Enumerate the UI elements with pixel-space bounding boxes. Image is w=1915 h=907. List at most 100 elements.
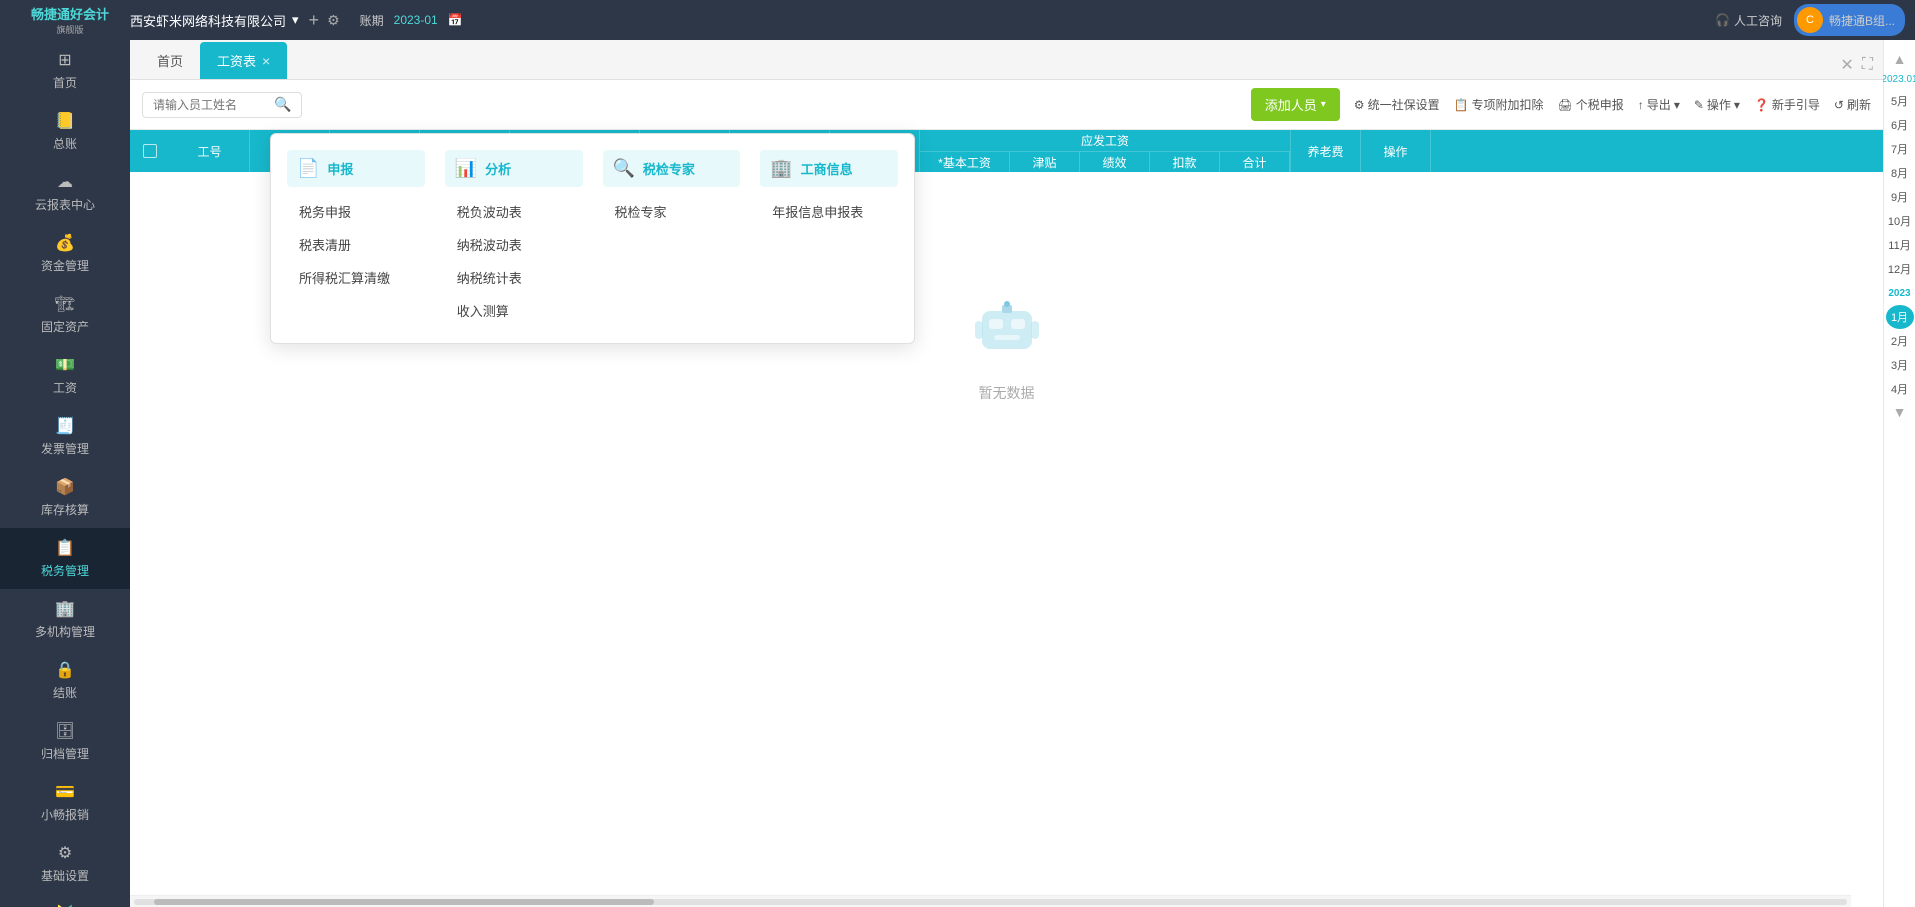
panel-up-icon[interactable]: ▲ — [1890, 48, 1910, 70]
app-subtitle: 旗舰版 — [56, 23, 83, 36]
month-2[interactable]: 2月 — [1886, 329, 1914, 353]
sidebar-item-home[interactable]: ⊞ 首页 — [0, 40, 130, 101]
add-person-label: 添加人员 — [1265, 95, 1317, 114]
sidebar-label-expense: 小畅报销 — [41, 806, 89, 823]
dropdown-section-business: 🏢 工商信息 年报信息申报表 — [760, 150, 898, 327]
menu-item-income-calc[interactable]: 收入测算 — [449, 294, 579, 327]
sidebar-label-fixed: 固定资产 — [41, 318, 89, 335]
dropdown-section-expert: 🔍 税检专家 税检专家 — [603, 150, 741, 327]
main-layout: ⊞ 首页 📒 总账 ☁ 云报表中心 💰 资金管理 🏗 固定资产 💵 工资 🧾 发… — [0, 40, 1915, 907]
section-items-business: 年报信息申报表 — [760, 195, 898, 228]
company-name: 西安虾米网络科技有限公司 — [130, 11, 286, 30]
sidebar-item-ledger[interactable]: 📒 总账 — [0, 101, 130, 162]
human-service-btn[interactable]: 🎧 人工咨询 — [1715, 12, 1782, 29]
section-header-expert: 🔍 税检专家 — [603, 150, 741, 187]
basic-icon: ⚙ — [58, 843, 72, 863]
sidebar-label-home: 首页 — [53, 74, 77, 91]
th-pension: 养老费 — [1291, 130, 1361, 172]
sidebar-item-multi[interactable]: 🏢 多机构管理 — [0, 589, 130, 650]
month-9[interactable]: 9月 — [1886, 185, 1914, 209]
right-panel: ▲ 2023.01 5月 6月 7月 8月 9月 10月 11月 12月 202… — [1883, 40, 1915, 907]
guide-btn[interactable]: ❓ 新手引导 — [1754, 96, 1820, 113]
sidebar-item-tax[interactable]: 📋 税务管理 — [0, 528, 130, 589]
add-company-icon[interactable]: + — [309, 10, 320, 31]
th-ops: 操作 — [1361, 130, 1431, 172]
month-10[interactable]: 10月 — [1886, 209, 1914, 233]
select-all-checkbox[interactable] — [143, 144, 157, 158]
refresh-btn[interactable]: ↺ 刷新 — [1834, 96, 1871, 113]
th-total: 合计 — [1220, 152, 1290, 172]
month-4[interactable]: 4月 — [1886, 377, 1914, 401]
section-header-report: 📄 申报 — [287, 150, 425, 187]
sidebar-item-fixed[interactable]: 🏗 固定资产 — [0, 284, 130, 345]
month-6[interactable]: 6月 — [1886, 113, 1914, 137]
sidebar-label-ledger: 总账 — [53, 135, 77, 152]
sidebar-label-basic: 基础设置 — [41, 867, 89, 884]
company-selector[interactable]: 西安虾米网络科技有限公司 ▾ — [130, 11, 299, 30]
th-deduct: 扣款 — [1150, 152, 1220, 172]
add-person-button[interactable]: 添加人员 ▾ — [1251, 88, 1340, 121]
sidebar-item-inventory[interactable]: 📦 库存核算 — [0, 467, 130, 528]
scrollbar-thumb[interactable] — [154, 899, 654, 905]
sidebar-item-archive[interactable]: 🗄 归档管理 — [0, 711, 130, 772]
human-service-label: 人工咨询 — [1734, 12, 1782, 29]
menu-item-tax-fluctuation[interactable]: 纳税波动表 — [449, 228, 579, 261]
sidebar-item-guide[interactable]: 🔰 新手引导 — [0, 894, 130, 907]
operate-btn[interactable]: ✎ 操作 ▾ — [1694, 96, 1740, 113]
tab-close-icon[interactable]: × — [262, 53, 270, 69]
sidebar-item-salary[interactable]: 💵 工资 — [0, 345, 130, 406]
menu-item-income-tax[interactable]: 所得税汇算清缴 — [291, 261, 421, 294]
sidebar-item-basic[interactable]: ⚙ 基础设置 — [0, 833, 130, 894]
calendar-icon[interactable]: 📅 — [448, 13, 463, 27]
export-btn[interactable]: ↑ 导出 ▾ — [1638, 96, 1680, 113]
avatar: C — [1797, 7, 1823, 33]
horizontal-scrollbar[interactable] — [130, 895, 1851, 907]
sidebar-item-invoice[interactable]: 🧾 发票管理 — [0, 406, 130, 467]
month-7[interactable]: 7月 — [1886, 137, 1914, 161]
period-value: 2023-01 — [394, 13, 438, 27]
top-header: 畅捷通好会计 旗舰版 西安虾米网络科技有限公司 ▾ + ⚙ 账期 2023-01… — [0, 0, 1915, 40]
menu-item-tax-stats[interactable]: 纳税统计表 — [449, 261, 579, 294]
window-maximize-icon[interactable]: ⛶ — [1862, 56, 1873, 74]
tab-home[interactable]: 首页 — [140, 42, 200, 79]
tax-report-btn[interactable]: 🖨 个税申报 — [1558, 96, 1624, 113]
dropdown-section-analysis: 📊 分析 税负波动表 纳税波动表 纳税统计表 收入测算 — [445, 150, 583, 327]
month-11[interactable]: 11月 — [1886, 233, 1914, 257]
sidebar-item-close[interactable]: 🔒 结账 — [0, 650, 130, 711]
th-checkbox[interactable] — [130, 144, 170, 158]
year-display: 2023.01 — [1881, 70, 1915, 89]
sidebar-label-fund: 资金管理 — [41, 257, 89, 274]
window-close-icon[interactable]: ✕ — [1840, 55, 1853, 75]
menu-item-expert[interactable]: 税检专家 — [607, 195, 737, 228]
social-settings-btn[interactable]: ⚙ 统一社保设置 — [1354, 96, 1440, 113]
guide-question-icon: ❓ — [1754, 98, 1769, 112]
menu-item-tax-burden[interactable]: 税负波动表 — [449, 195, 579, 228]
menu-item-tax-report[interactable]: 税务申报 — [291, 195, 421, 228]
sidebar-item-expense[interactable]: 💳 小畅报销 — [0, 772, 130, 833]
dropdown-menu: 📄 申报 税务申报 税表清册 所得税汇算清缴 📊 分析 — [270, 133, 915, 344]
empty-text: 暂无数据 — [979, 383, 1035, 403]
export-label: 导出 — [1647, 96, 1671, 113]
month-8[interactable]: 8月 — [1886, 161, 1914, 185]
multi-icon: 🏢 — [55, 599, 75, 619]
tab-salary-label: 工资表 — [217, 51, 256, 70]
user-avatar-btn[interactable]: C 畅捷通B组... — [1794, 4, 1905, 36]
special-label: 专项附加扣除 — [1472, 96, 1544, 113]
th-perf: 绩效 — [1080, 152, 1150, 172]
sidebar-item-cloud[interactable]: ☁ 云报表中心 — [0, 162, 130, 223]
month-12[interactable]: 12月 — [1886, 257, 1914, 281]
settings-icon[interactable]: ⚙ — [327, 12, 340, 29]
section-header-business: 🏢 工商信息 — [760, 150, 898, 187]
month-3[interactable]: 3月 — [1886, 353, 1914, 377]
month-5[interactable]: 5月 — [1886, 89, 1914, 113]
menu-item-tax-table[interactable]: 税表清册 — [291, 228, 421, 261]
panel-down-icon[interactable]: ▼ — [1890, 401, 1910, 423]
special-icon: 📋 — [1454, 98, 1469, 112]
month-1-active[interactable]: 1月 — [1886, 305, 1914, 329]
sidebar-item-fund[interactable]: 💰 资金管理 — [0, 223, 130, 284]
special-deduct-btn[interactable]: 📋 专项附加扣除 — [1454, 96, 1544, 113]
sidebar-label-multi: 多机构管理 — [35, 623, 95, 640]
tab-salary[interactable]: 工资表 × — [200, 42, 287, 79]
export-dropdown-icon: ▾ — [1674, 98, 1680, 112]
menu-item-annual-report[interactable]: 年报信息申报表 — [764, 195, 894, 228]
